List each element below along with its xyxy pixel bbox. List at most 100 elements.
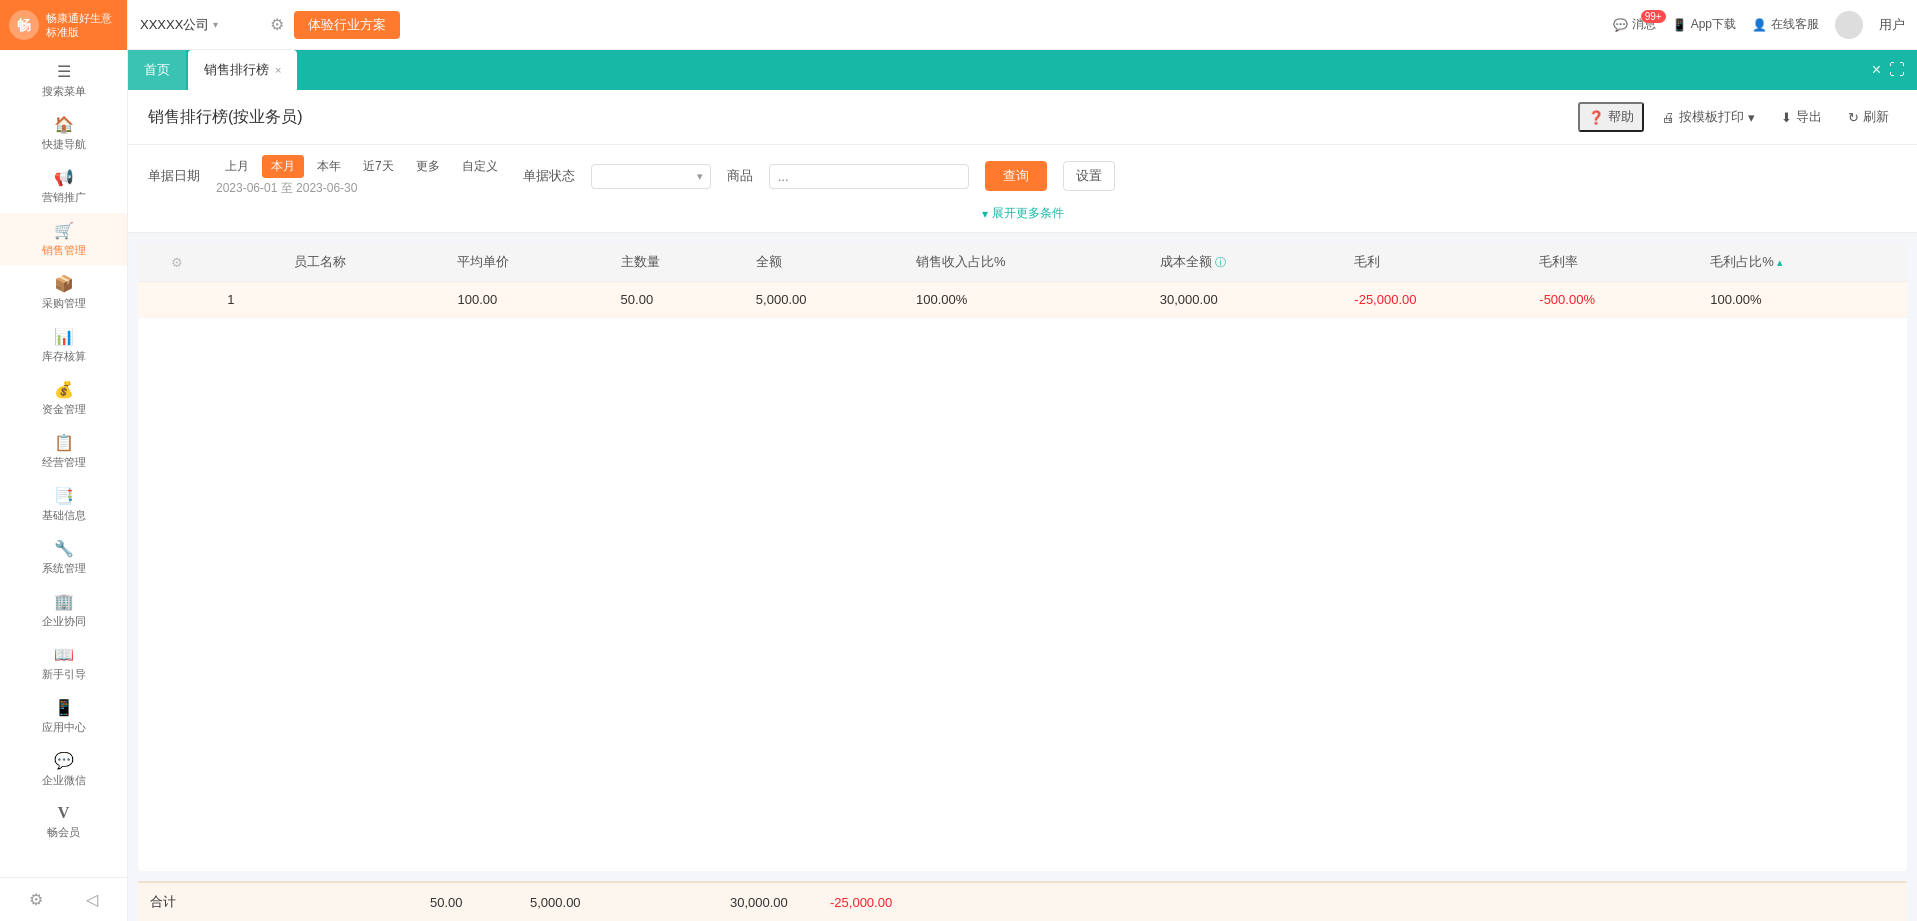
online-service-button[interactable]: 👤 在线客服 <box>1752 16 1819 33</box>
company-settings-icon[interactable]: ⚙ <box>270 15 284 34</box>
cell-profit-rate: -500.00% <box>1527 282 1698 318</box>
tab-close-button[interactable]: × <box>275 64 281 76</box>
sidebar: 畅 畅康通好生意 标准版 ☰ 搜索菜单 🏠 快捷导航 📢 营销推广 🛒 销售管理… <box>0 0 128 921</box>
sidebar-item-weixin[interactable]: 💬 企业微信 <box>0 743 127 796</box>
sidebar-item-sales[interactable]: 🛒 销售管理 <box>0 213 127 266</box>
main-content: 首页 销售排行榜 × × ⛶ 销售排行榜(按业务员) ❓ 帮助 🖨 按模板打印 <box>128 50 1917 921</box>
last-month-btn[interactable]: 上月 <box>216 155 258 178</box>
expand-more-conditions-button[interactable]: ▾ 展开更多条件 <box>982 205 1064 222</box>
sidebar-footer: ⚙ ◁ <box>0 877 127 921</box>
tab-sales-ranking[interactable]: 销售排行榜 × <box>188 50 297 90</box>
custom-date-btn[interactable]: 自定义 <box>453 155 507 178</box>
col-profit-pct: 毛利占比% ▴ <box>1698 243 1907 282</box>
status-select[interactable] <box>591 164 711 189</box>
export-button[interactable]: ⬇ 导出 <box>1773 104 1830 130</box>
apps-icon: 📱 <box>54 698 74 717</box>
company-selector[interactable]: XXXXX公司 ▾ <box>140 16 260 34</box>
system-icon: 🔧 <box>54 539 74 558</box>
cell-rank: 1 <box>215 282 282 318</box>
sidebar-item-member[interactable]: V 畅会员 <box>0 796 127 848</box>
enterprise-icon: 🏢 <box>54 592 74 611</box>
footer-amount: 5,000.00 <box>530 895 630 910</box>
sidebar-item-quick[interactable]: 🏠 快捷导航 <box>0 107 127 160</box>
operation-icon: 📋 <box>54 433 74 452</box>
cell-sales-pct: 100.00% <box>904 282 1148 318</box>
column-settings-icon[interactable]: ⚙ <box>171 255 183 270</box>
cell-amount: 5,000.00 <box>744 282 904 318</box>
sidebar-item-search[interactable]: ☰ 搜索菜单 <box>0 54 127 107</box>
basic-icon: 📑 <box>54 486 74 505</box>
col-amount: 全额 <box>744 243 904 282</box>
filter-settings-button[interactable]: 设置 <box>1063 161 1115 191</box>
cell-cost: 30,000.00 <box>1148 282 1343 318</box>
help-button[interactable]: ❓ 帮助 <box>1578 102 1644 132</box>
tab-home[interactable]: 首页 <box>128 50 186 90</box>
home-icon: 🏠 <box>54 115 74 134</box>
inventory-icon: 📊 <box>54 327 74 346</box>
sidebar-item-apps[interactable]: 📱 应用中心 <box>0 690 127 743</box>
cell-avg-price: 100.00 <box>445 282 608 318</box>
sidebar-item-operation[interactable]: 📋 经营管理 <box>0 425 127 478</box>
tab-maximize-button[interactable]: ⛶ <box>1889 61 1905 79</box>
svg-text:畅: 畅 <box>17 17 31 33</box>
status-filter-label: 单据状态 <box>523 167 575 185</box>
user-avatar[interactable] <box>1835 11 1863 39</box>
app-download-button[interactable]: 📱 App下载 <box>1672 16 1736 33</box>
company-name: XXXXX公司 <box>140 16 209 34</box>
sidebar-item-guide[interactable]: 📖 新手引导 <box>0 637 127 690</box>
sidebar-collapse-button[interactable]: ◁ <box>86 890 98 909</box>
logo-text: 畅康通好生意 标准版 <box>46 11 112 40</box>
print-dropdown-icon: ▾ <box>1748 110 1755 125</box>
page-area: 销售排行榜(按业务员) ❓ 帮助 🖨 按模板打印 ▾ ⬇ 导出 ↻ 刷新 <box>128 90 1917 921</box>
col-profit: 毛利 <box>1342 243 1527 282</box>
footer-label: 合计 <box>150 893 350 911</box>
table-footer: 合计 50.00 5,000.00 30,000.00 -25,000.00 <box>138 881 1907 921</box>
chevron-down-icon: ▾ <box>982 207 988 221</box>
tab-bar-right: × ⛶ <box>1872 50 1917 90</box>
logo-icon: 畅 <box>8 9 40 41</box>
sidebar-item-purchase[interactable]: 📦 采购管理 <box>0 266 127 319</box>
sidebar-item-basic[interactable]: 📑 基础信息 <box>0 478 127 531</box>
footer-profit: -25,000.00 <box>830 895 930 910</box>
purchase-icon: 📦 <box>54 274 74 293</box>
help-icon: ❓ <box>1588 110 1604 125</box>
table-body: 1 100.00 50.00 5,000.00 100.00% 30,000.0… <box>138 282 1907 318</box>
filter-row-main: 单据日期 上月 本月 本年 近7天 更多 自定义 2023-06-01 至 20… <box>148 155 1897 197</box>
date-range-display: 2023-06-01 至 2023-06-30 <box>216 180 507 197</box>
goods-filter-label: 商品 <box>727 167 753 185</box>
date-filter-group: 上月 本月 本年 近7天 更多 自定义 2023-06-01 至 2023-06… <box>216 155 507 197</box>
status-select-wrapper <box>591 164 711 189</box>
col-settings: ⚙ <box>138 243 215 282</box>
sidebar-settings-button[interactable]: ⚙ <box>29 890 43 909</box>
this-year-btn[interactable]: 本年 <box>308 155 350 178</box>
col-name: 员工名称 <box>282 243 445 282</box>
more-date-btn[interactable]: 更多 <box>407 155 449 178</box>
this-month-btn[interactable]: 本月 <box>262 155 304 178</box>
print-button[interactable]: 🖨 按模板打印 ▾ <box>1654 104 1763 130</box>
top-header: XXXXX公司 ▾ ⚙ 体验行业方案 💬 消息 99+ 📱 App下载 👤 在线… <box>128 0 1917 50</box>
sidebar-item-inventory[interactable]: 📊 库存核算 <box>0 319 127 372</box>
sidebar-item-marketing[interactable]: 📢 营销推广 <box>0 160 127 213</box>
refresh-button[interactable]: ↻ 刷新 <box>1840 104 1897 130</box>
table-row: 1 100.00 50.00 5,000.00 100.00% 30,000.0… <box>138 282 1907 318</box>
sidebar-item-finance[interactable]: 💰 资金管理 <box>0 372 127 425</box>
query-button[interactable]: 查询 <box>985 161 1047 191</box>
member-icon: V <box>58 804 70 822</box>
table-header: ⚙ 员工名称 平均单价 主数量 全额 销售收入占比% 成本全额 ⓘ 毛利 毛利率… <box>138 243 1907 282</box>
sidebar-item-system[interactable]: 🔧 系统管理 <box>0 531 127 584</box>
goods-input[interactable] <box>769 164 969 189</box>
guide-icon: 📖 <box>54 645 74 664</box>
expand-row: ▾ 展开更多条件 <box>148 205 1897 222</box>
footer-cost: 30,000.00 <box>730 895 830 910</box>
tab-close-all-button[interactable]: × <box>1872 61 1881 79</box>
header-right: 💬 消息 99+ 📱 App下载 👤 在线客服 用户 <box>1613 11 1905 39</box>
page-header: 销售排行榜(按业务员) ❓ 帮助 🖨 按模板打印 ▾ ⬇ 导出 ↻ 刷新 <box>128 90 1917 145</box>
col-profit-rate: 毛利率 <box>1527 243 1698 282</box>
page-title: 销售排行榜(按业务员) <box>148 107 303 128</box>
sidebar-item-enterprise[interactable]: 🏢 企业协同 <box>0 584 127 637</box>
data-table: ⚙ 员工名称 平均单价 主数量 全额 销售收入占比% 成本全额 ⓘ 毛利 毛利率… <box>138 243 1907 318</box>
message-button[interactable]: 💬 消息 99+ <box>1613 16 1656 33</box>
last7days-btn[interactable]: 近7天 <box>354 155 403 178</box>
trial-button[interactable]: 体验行业方案 <box>294 11 400 39</box>
sales-icon: 🛒 <box>54 221 74 240</box>
